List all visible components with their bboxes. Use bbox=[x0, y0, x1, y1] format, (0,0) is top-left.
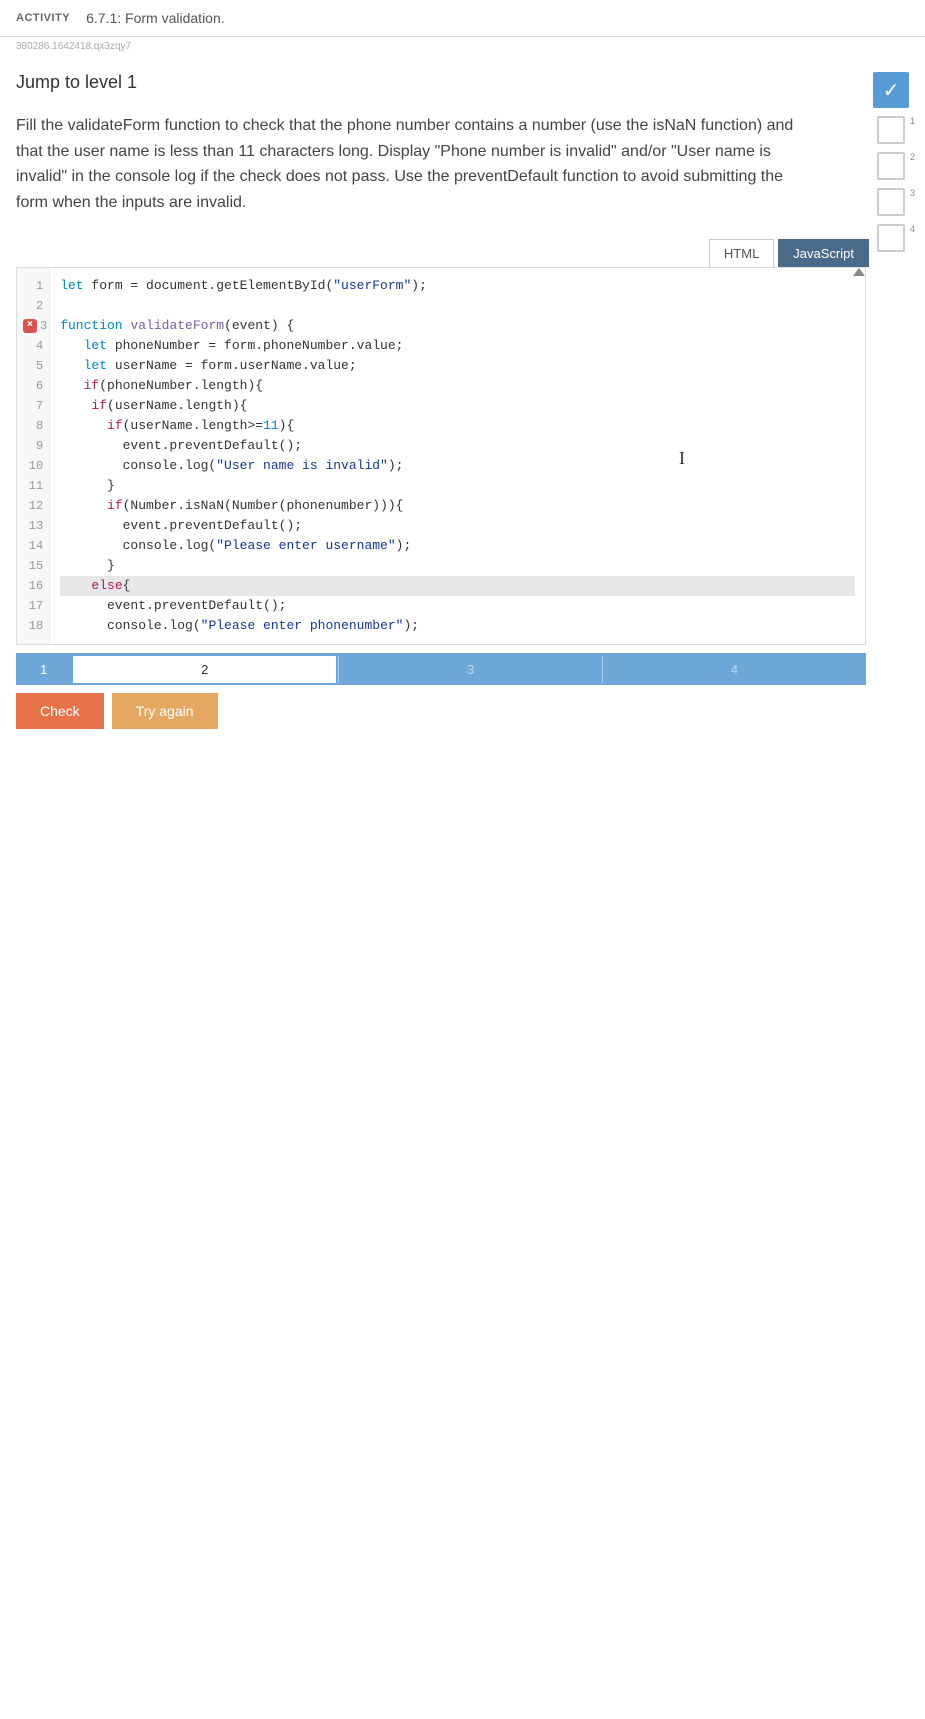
tab-html[interactable]: HTML bbox=[709, 239, 774, 267]
code-line-11[interactable]: } bbox=[60, 476, 855, 496]
jump-to-level[interactable]: Jump to level 1 bbox=[16, 72, 909, 93]
meta-id: 380286.1642418.qx3zqy7 bbox=[0, 37, 925, 56]
scroll-up-icon[interactable] bbox=[853, 268, 865, 276]
code-line-4[interactable]: let phoneNumber = form.phoneNumber.value… bbox=[60, 336, 855, 356]
gutter-line-5: 5 bbox=[17, 356, 49, 376]
gutter-line-7: 7 bbox=[17, 396, 49, 416]
attempt-cell-3[interactable]: 3 bbox=[338, 656, 602, 683]
attempt-current[interactable]: 1 bbox=[16, 662, 71, 677]
gutter-line-18: 18 bbox=[17, 616, 49, 636]
code-line-17[interactable]: event.preventDefault(); bbox=[60, 596, 855, 616]
tab-javascript[interactable]: JavaScript bbox=[778, 239, 869, 267]
progress-step-3[interactable]: 3 bbox=[877, 188, 905, 216]
attempt-bar: 1 2 3 4 bbox=[16, 653, 866, 685]
attempt-cell-4[interactable]: 4 bbox=[602, 656, 866, 683]
gutter-line-8: 8 bbox=[17, 416, 49, 436]
code-line-2[interactable] bbox=[60, 296, 855, 316]
code-line-18[interactable]: console.log("Please enter phonenumber"); bbox=[60, 616, 855, 636]
line-gutter: 12×3456789101112131415161718 bbox=[17, 268, 50, 644]
progress-step-4[interactable]: 4 bbox=[877, 224, 905, 252]
gutter-line-16: 16 bbox=[17, 576, 49, 596]
gutter-line-2: 2 bbox=[17, 296, 49, 316]
gutter-line-6: 6 bbox=[17, 376, 49, 396]
gutter-line-13: 13 bbox=[17, 516, 49, 536]
check-button[interactable]: Check bbox=[16, 693, 104, 729]
try-again-button[interactable]: Try again bbox=[112, 693, 218, 729]
code-editor[interactable]: 12×3456789101112131415161718 let form = … bbox=[16, 267, 866, 645]
code-tabs: HTML JavaScript bbox=[16, 239, 909, 267]
code-line-7[interactable]: if(userName.length){ bbox=[60, 396, 855, 416]
gutter-line-4: 4 bbox=[17, 336, 49, 356]
activity-title: 6.7.1: Form validation. bbox=[86, 10, 225, 26]
gutter-line-12: 12 bbox=[17, 496, 49, 516]
code-content[interactable]: let form = document.getElementById("user… bbox=[50, 268, 865, 644]
instructions-text: Fill the validateForm function to check … bbox=[16, 113, 796, 215]
gutter-line-1: 1 bbox=[17, 276, 49, 296]
error-marker-icon: × bbox=[23, 319, 37, 333]
code-line-15[interactable]: } bbox=[60, 556, 855, 576]
gutter-line-3: ×3 bbox=[17, 316, 49, 336]
code-line-16[interactable]: else{ bbox=[60, 576, 855, 596]
progress-step-1[interactable]: 1 bbox=[877, 116, 905, 144]
activity-label: ACTIVITY bbox=[16, 12, 70, 24]
code-line-6[interactable]: if(phoneNumber.length){ bbox=[60, 376, 855, 396]
code-line-5[interactable]: let userName = form.userName.value; bbox=[60, 356, 855, 376]
code-line-8[interactable]: if(userName.length>=11){ bbox=[60, 416, 855, 436]
code-line-3[interactable]: function validateForm(event) { bbox=[60, 316, 855, 336]
code-line-12[interactable]: if(Number.isNaN(Number(phonenumber))){ bbox=[60, 496, 855, 516]
code-line-10[interactable]: console.log("User name is invalid"); bbox=[60, 456, 855, 476]
code-line-14[interactable]: console.log("Please enter username"); bbox=[60, 536, 855, 556]
progress-sidebar: ✓ 1 2 3 4 bbox=[873, 72, 909, 252]
gutter-line-14: 14 bbox=[17, 536, 49, 556]
activity-header: ACTIVITY 6.7.1: Form validation. bbox=[0, 0, 925, 37]
code-line-1[interactable]: let form = document.getElementById("user… bbox=[60, 276, 855, 296]
gutter-line-15: 15 bbox=[17, 556, 49, 576]
gutter-line-17: 17 bbox=[17, 596, 49, 616]
code-line-9[interactable]: event.preventDefault(); bbox=[60, 436, 855, 456]
progress-checkmark-icon: ✓ bbox=[873, 72, 909, 108]
gutter-line-9: 9 bbox=[17, 436, 49, 456]
code-line-13[interactable]: event.preventDefault(); bbox=[60, 516, 855, 536]
gutter-line-11: 11 bbox=[17, 476, 49, 496]
attempt-cell-2[interactable]: 2 bbox=[71, 654, 338, 685]
gutter-line-10: 10 bbox=[17, 456, 49, 476]
progress-step-2[interactable]: 2 bbox=[877, 152, 905, 180]
